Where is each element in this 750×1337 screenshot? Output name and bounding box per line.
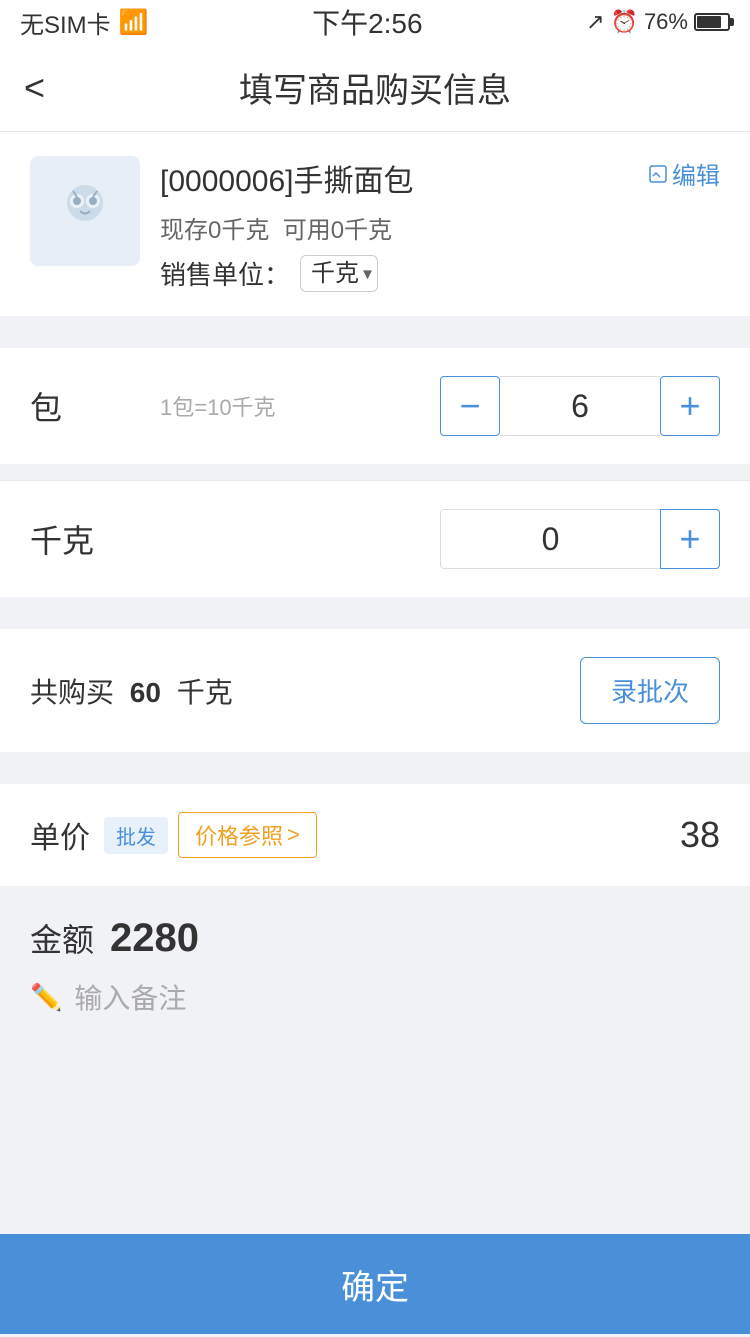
bao-minus-button[interactable]: −: [440, 376, 500, 436]
product-stock: 现存0千克 可用0千克: [160, 210, 720, 245]
record-batch-button[interactable]: 录批次: [580, 657, 720, 724]
wifi-icon: 📶: [119, 8, 149, 37]
nav-bar: < 填写商品购买信息: [0, 44, 750, 132]
price-ref-button[interactable]: 价格参照 >: [178, 812, 317, 858]
bao-section: 包 1包=10千克 − +: [0, 348, 750, 464]
amount-label: 金额: [30, 915, 94, 961]
edit-button[interactable]: 编辑: [648, 156, 720, 191]
bao-qty-control: − +: [440, 376, 720, 436]
unit-label: 销售单位：: [160, 255, 290, 292]
unit-select[interactable]: 千克: [300, 255, 378, 292]
kg-plus-button[interactable]: +: [660, 509, 720, 569]
kg-qty-input[interactable]: [440, 509, 660, 569]
status-right: ↗ ⏰ 76%: [586, 9, 730, 35]
battery-text: 76%: [644, 9, 688, 35]
alarm-icon: ⏰: [611, 9, 638, 35]
bao-label: 包: [30, 383, 150, 429]
remark-row[interactable]: ✏️ 输入备注: [30, 977, 720, 1037]
total-prefix: 共购买: [30, 677, 114, 708]
battery-icon: [694, 13, 730, 31]
status-left: 无SIM卡 📶: [20, 5, 149, 40]
kg-qty-control: +: [440, 509, 720, 569]
price-badge: 批发: [104, 817, 168, 854]
kg-label: 千克: [30, 516, 150, 562]
bao-plus-button[interactable]: +: [660, 376, 720, 436]
location-icon: ↗: [586, 9, 604, 35]
total-amount: 60: [130, 677, 161, 708]
amount-row: 金额 2280: [30, 915, 720, 961]
bao-qty-input[interactable]: [500, 376, 660, 436]
price-ref-label: 价格参照: [195, 819, 283, 851]
unit-select-wrapper[interactable]: 千克: [300, 255, 378, 292]
divider-4: [0, 768, 750, 784]
total-row: 共购买 60 千克 录批次: [0, 629, 750, 752]
amount-section: 金额 2280 ✏️ 输入备注: [0, 887, 750, 1037]
divider-1: [0, 332, 750, 348]
price-value: 38: [680, 814, 720, 856]
product-card: [0000006]手撕面包 现存0千克 可用0千克 销售单位： 千克 编辑: [0, 132, 750, 316]
page-title: 填写商品购买信息: [239, 63, 511, 112]
status-time: 下午2:56: [312, 2, 423, 42]
amount-value: 2280: [110, 916, 199, 961]
kg-section: 千克 +: [0, 481, 750, 597]
pencil-icon: ✏️: [30, 982, 62, 1013]
total-label-group: 共购买 60 千克: [30, 671, 233, 711]
price-row: 单价 批发 价格参照 > 38: [0, 784, 750, 887]
product-unit-row: 销售单位： 千克: [160, 255, 720, 292]
kg-row: 千克 +: [0, 481, 750, 597]
bao-hint: 1包=10千克: [160, 390, 440, 422]
status-bar: 无SIM卡 📶 下午2:56 ↗ ⏰ 76%: [0, 0, 750, 44]
divider-3: [0, 613, 750, 629]
confirm-button[interactable]: 确定: [0, 1234, 750, 1334]
price-label: 单价: [30, 813, 90, 857]
price-section: 单价 批发 价格参照 > 38: [0, 784, 750, 887]
carrier-text: 无SIM卡: [20, 5, 111, 40]
product-info: [0000006]手撕面包 现存0千克 可用0千克 销售单位： 千克: [160, 156, 720, 292]
product-image: [30, 156, 140, 266]
back-button[interactable]: <: [24, 67, 45, 109]
total-section: 共购买 60 千克 录批次: [0, 629, 750, 752]
price-ref-arrow: >: [287, 822, 300, 848]
remark-placeholder: 输入备注: [74, 977, 186, 1017]
total-unit: 千克: [177, 677, 233, 708]
bao-row: 包 1包=10千克 − +: [0, 348, 750, 464]
product-name: [0000006]手撕面包: [160, 156, 720, 200]
